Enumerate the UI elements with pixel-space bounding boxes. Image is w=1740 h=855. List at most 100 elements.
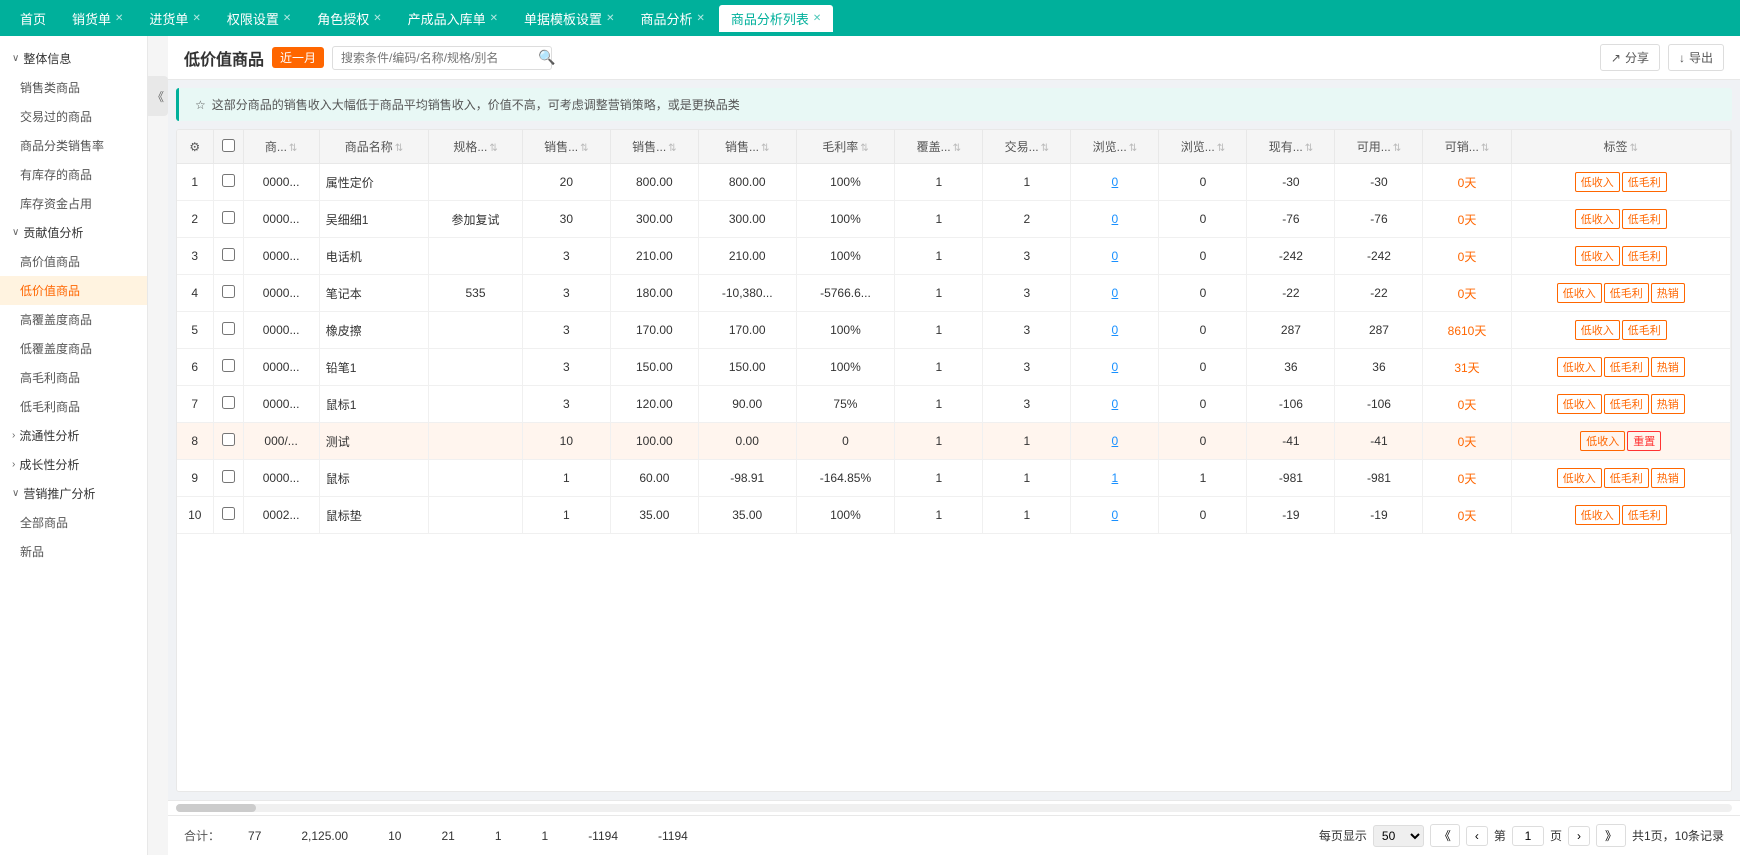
sort-icon[interactable]: ⇅: [1630, 143, 1638, 154]
search-input[interactable]: [332, 46, 552, 70]
sidebar-item-in-stock-goods[interactable]: 有库存的商品: [0, 160, 147, 189]
sort-icon[interactable]: ⇅: [1041, 143, 1049, 154]
sidebar-group-contribution[interactable]: ∨ 贡献值分析: [0, 218, 147, 247]
close-icon[interactable]: ✕: [813, 13, 821, 24]
nav-product-analysis-list[interactable]: 商品分析列表 ✕: [719, 5, 833, 32]
share-button[interactable]: ↗ 分享: [1600, 44, 1660, 71]
sidebar-group-growth[interactable]: › 成长性分析: [0, 450, 147, 479]
row-checkbox[interactable]: [222, 359, 235, 372]
row-checkbox-cell[interactable]: [213, 386, 243, 423]
zero-link[interactable]: 0: [1112, 360, 1119, 374]
sort-icon[interactable]: ⇅: [1129, 143, 1137, 154]
sidebar-group-marketing[interactable]: ∨ 营销推广分析: [0, 479, 147, 508]
row-checkbox[interactable]: [222, 470, 235, 483]
sidebar-item-category-sales-rate[interactable]: 商品分类销售率: [0, 131, 147, 160]
close-icon[interactable]: ✕: [192, 13, 200, 24]
search-icon[interactable]: 🔍: [538, 49, 555, 66]
period-button[interactable]: 近一月: [272, 47, 324, 68]
sort-icon[interactable]: ⇅: [1217, 143, 1225, 154]
col-settings[interactable]: ⚙: [177, 130, 213, 164]
sidebar-item-new-goods[interactable]: 新品: [0, 537, 147, 566]
nav-role-auth[interactable]: 角色授权 ✕: [305, 5, 393, 32]
sidebar-group-circulation[interactable]: › 流通性分析: [0, 421, 147, 450]
row-spec: [429, 460, 523, 497]
row-checkbox-cell[interactable]: [213, 312, 243, 349]
sidebar-item-low-coverage[interactable]: 低覆盖度商品: [0, 334, 147, 363]
close-icon[interactable]: ✕: [490, 13, 498, 24]
sort-icon[interactable]: ⇅: [289, 143, 297, 154]
sidebar-item-high-coverage[interactable]: 高覆盖度商品: [0, 305, 147, 334]
export-button[interactable]: ↓ 导出: [1668, 44, 1724, 71]
scrollbar-thumb[interactable]: [176, 804, 256, 812]
row-checkbox[interactable]: [222, 433, 235, 446]
page-input[interactable]: [1512, 826, 1544, 846]
zero-link[interactable]: 0: [1112, 434, 1119, 448]
row-checkbox-cell[interactable]: [213, 275, 243, 312]
nav-purchase-order[interactable]: 进货单 ✕: [137, 5, 212, 32]
sort-icon[interactable]: ⇅: [953, 143, 961, 154]
sidebar-item-low-value[interactable]: 低价值商品: [0, 276, 147, 305]
nav-product-warehouse[interactable]: 产成品入库单 ✕: [396, 5, 510, 32]
close-icon[interactable]: ✕: [696, 13, 704, 24]
sidebar-item-traded-goods[interactable]: 交易过的商品: [0, 102, 147, 131]
row-checkbox-cell[interactable]: [213, 460, 243, 497]
zero-link[interactable]: 0: [1112, 323, 1119, 337]
nav-sales-order[interactable]: 销货单 ✕: [60, 5, 135, 32]
zero-link[interactable]: 1: [1112, 471, 1119, 485]
row-checkbox-cell[interactable]: [213, 238, 243, 275]
select-all-checkbox[interactable]: [222, 139, 235, 152]
row-checkbox[interactable]: [222, 174, 235, 187]
row-checkbox[interactable]: [222, 211, 235, 224]
sidebar-item-stock-capital[interactable]: 库存资金占用: [0, 189, 147, 218]
row-checkbox-cell[interactable]: [213, 349, 243, 386]
sidebar-item-low-margin[interactable]: 低毛利商品: [0, 392, 147, 421]
row-checkbox-cell[interactable]: [213, 423, 243, 460]
row-checkbox[interactable]: [222, 285, 235, 298]
nav-product-analysis[interactable]: 商品分析 ✕: [628, 5, 716, 32]
sort-icon[interactable]: ⇅: [860, 143, 868, 154]
next-page-button[interactable]: ›: [1568, 826, 1590, 846]
sidebar-collapse-button[interactable]: 《: [148, 76, 168, 116]
row-checkbox[interactable]: [222, 248, 235, 261]
sort-icon[interactable]: ⇅: [668, 143, 676, 154]
close-icon[interactable]: ✕: [373, 13, 381, 24]
nav-template-settings[interactable]: 单据模板设置 ✕: [512, 5, 626, 32]
close-icon[interactable]: ✕: [115, 13, 123, 24]
last-page-button[interactable]: 》: [1596, 824, 1626, 847]
sort-icon[interactable]: ⇅: [1305, 143, 1313, 154]
sort-icon[interactable]: ⇅: [580, 143, 588, 154]
nav-home[interactable]: 首页: [8, 5, 58, 32]
row-checkbox[interactable]: [222, 322, 235, 335]
sidebar-group-overall[interactable]: ∨ 整体信息: [0, 44, 147, 73]
zero-link[interactable]: 0: [1112, 286, 1119, 300]
sort-icon[interactable]: ⇅: [761, 143, 769, 154]
row-trade: 3: [983, 238, 1071, 275]
zero-link[interactable]: 0: [1112, 249, 1119, 263]
col-checkbox[interactable]: [213, 130, 243, 164]
first-page-button[interactable]: 《: [1430, 824, 1460, 847]
row-checkbox-cell[interactable]: [213, 164, 243, 201]
sort-icon[interactable]: ⇅: [489, 143, 497, 154]
sidebar-item-high-margin[interactable]: 高毛利商品: [0, 363, 147, 392]
close-icon[interactable]: ✕: [606, 13, 614, 24]
zero-link[interactable]: 0: [1112, 397, 1119, 411]
close-icon[interactable]: ✕: [283, 13, 291, 24]
zero-link[interactable]: 0: [1112, 212, 1119, 226]
sort-icon[interactable]: ⇅: [395, 143, 403, 154]
row-checkbox[interactable]: [222, 507, 235, 520]
zero-link[interactable]: 0: [1112, 508, 1119, 522]
horizontal-scrollbar[interactable]: [168, 800, 1740, 815]
sidebar-item-high-value[interactable]: 高价值商品: [0, 247, 147, 276]
zero-link[interactable]: 0: [1112, 175, 1119, 189]
table-wrap: ⚙ 商...⇅ 商品名称⇅ 规格...⇅ 销售...⇅ 销售...⇅ 销售...…: [176, 129, 1732, 792]
sort-icon[interactable]: ⇅: [1393, 143, 1401, 154]
sort-icon[interactable]: ⇅: [1481, 143, 1489, 154]
page-size-select[interactable]: 50 100 200: [1373, 825, 1424, 847]
row-checkbox-cell[interactable]: [213, 497, 243, 534]
prev-page-button[interactable]: ‹: [1466, 826, 1488, 846]
row-checkbox-cell[interactable]: [213, 201, 243, 238]
sidebar-item-sales-goods[interactable]: 销售类商品: [0, 73, 147, 102]
row-checkbox[interactable]: [222, 396, 235, 409]
nav-permission[interactable]: 权限设置 ✕: [215, 5, 303, 32]
sidebar-item-all-goods[interactable]: 全部商品: [0, 508, 147, 537]
